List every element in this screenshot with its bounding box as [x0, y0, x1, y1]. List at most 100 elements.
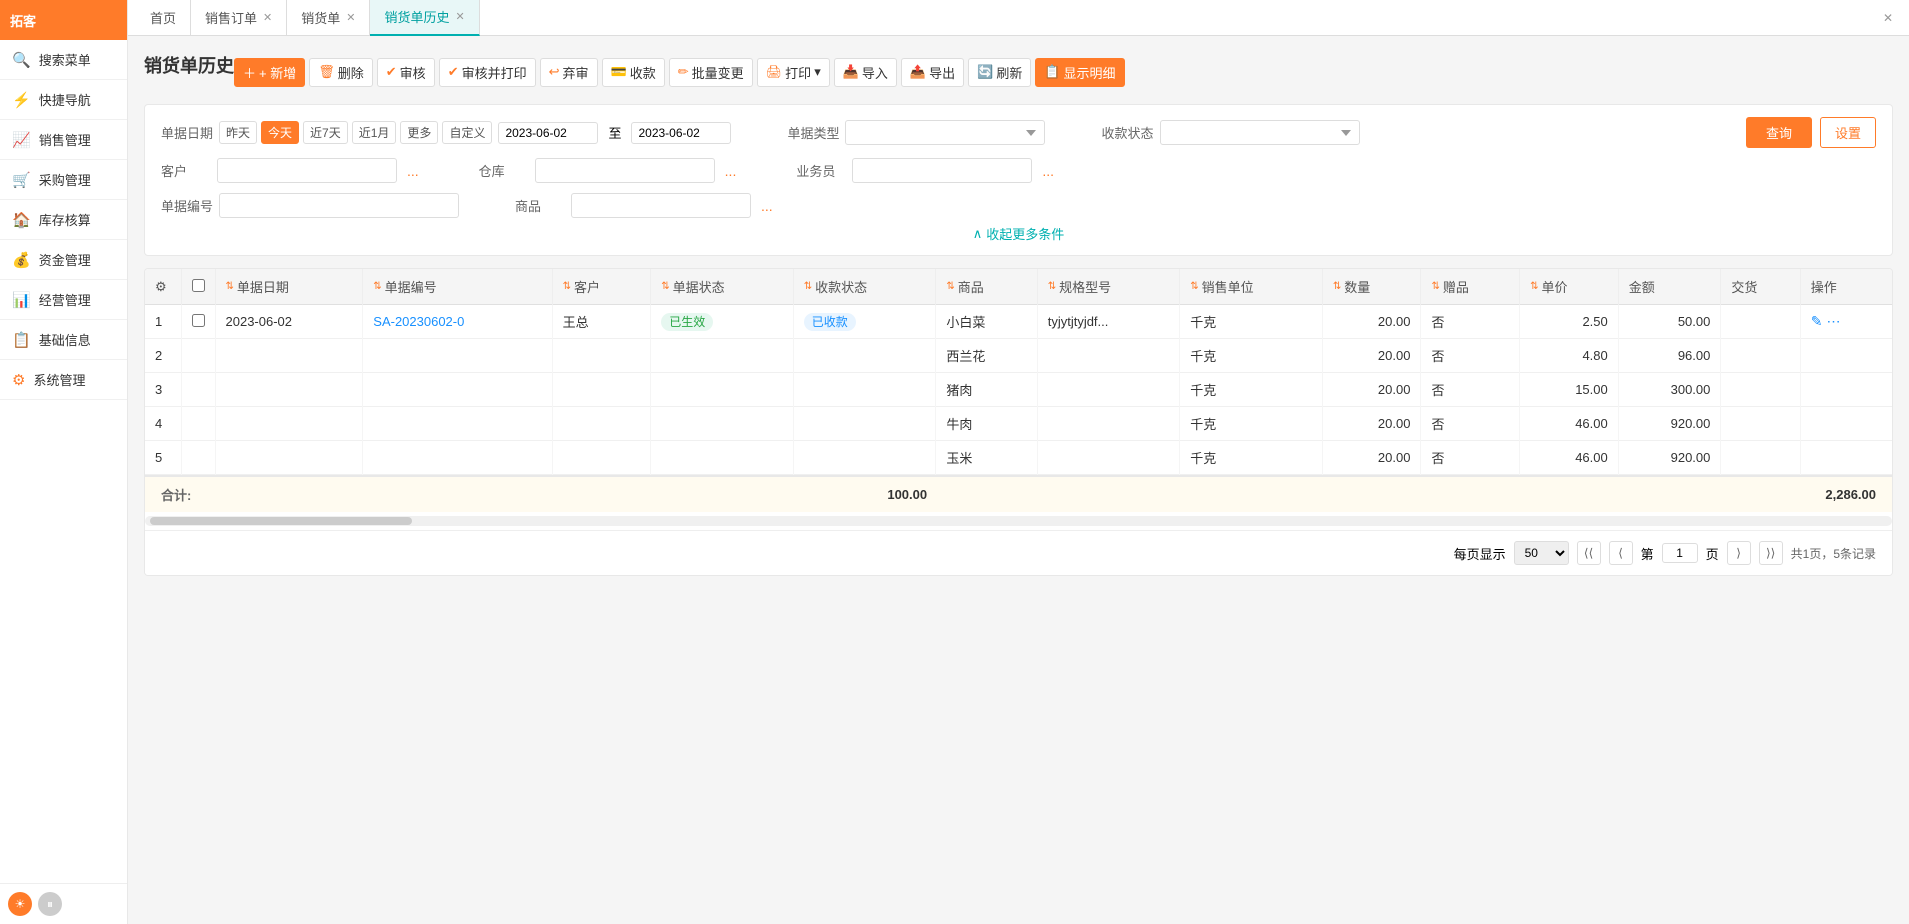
sidebar-item-basic-info[interactable]: 📋 基础信息	[0, 320, 127, 360]
tab-close-all[interactable]: ✕	[1875, 11, 1901, 25]
discard-button[interactable]: ↩ 弃审	[540, 58, 598, 87]
price-sort[interactable]: ⇅ 单价	[1530, 277, 1608, 296]
warehouse-ellipsis[interactable]: ...	[721, 163, 741, 179]
more-action-icon[interactable]: ⋯	[1827, 313, 1841, 329]
tab-sales-history-close[interactable]: ✕	[456, 10, 465, 23]
goods-ellipsis[interactable]: ...	[757, 198, 777, 214]
tab-sales-delivery[interactable]: 销货单 ✕	[287, 0, 370, 36]
sidebar-bottom-btn1[interactable]: ☀	[8, 892, 32, 916]
table-container: ⚙ ⇅ 单据日期 ⇅	[144, 268, 1893, 576]
col-gift[interactable]: ⇅ 赠品	[1421, 269, 1520, 305]
collect-status-select[interactable]	[1160, 120, 1360, 145]
batch-change-button[interactable]: ✏ 批量变更	[669, 58, 753, 87]
col-collect-status[interactable]: ⇅ 收款状态	[793, 269, 936, 305]
col-goods[interactable]: ⇅ 商品	[936, 269, 1037, 305]
order-no-input[interactable]	[219, 193, 459, 218]
goods-input[interactable]	[571, 193, 751, 218]
col-customer[interactable]: ⇅ 客户	[552, 269, 651, 305]
show-details-button[interactable]: 📋 显示明细	[1035, 58, 1124, 87]
col-price[interactable]: ⇅ 单价	[1520, 269, 1619, 305]
date-to-input[interactable]	[631, 122, 731, 144]
type-select[interactable]	[845, 120, 1045, 145]
cell-checkbox[interactable]	[181, 407, 215, 441]
date-btn-7days[interactable]: 近7天	[303, 121, 348, 144]
prev-page-btn[interactable]: ⟨	[1609, 541, 1633, 565]
delete-button[interactable]: 🗑 删除	[309, 58, 373, 87]
import-button[interactable]: 📥 导入	[834, 58, 897, 87]
query-button[interactable]: 查询	[1746, 117, 1812, 148]
date-btn-custom[interactable]: 自定义	[442, 121, 492, 144]
date-btn-1month[interactable]: 近1月	[352, 121, 397, 144]
col-checkbox[interactable]	[181, 269, 215, 305]
col-action-label: 操作	[1811, 280, 1837, 295]
gift-sort[interactable]: ⇅ 赠品	[1431, 277, 1509, 296]
per-page-select[interactable]: 10 20 50 100	[1514, 541, 1569, 565]
col-unit[interactable]: ⇅ 销售单位	[1180, 269, 1323, 305]
new-button[interactable]: ＋ + 新增	[234, 58, 305, 87]
date-btn-yesterday[interactable]: 昨天	[219, 121, 257, 144]
settings-button[interactable]: 设置	[1820, 117, 1876, 148]
sidebar-item-inventory[interactable]: 🏠 库存核算	[0, 200, 127, 240]
order-no-sort[interactable]: ⇅ 单据编号	[373, 277, 541, 296]
staff-label: 业务员	[796, 161, 846, 180]
spec-sort[interactable]: ⇅ 规格型号	[1048, 277, 1170, 296]
col-date[interactable]: ⇅ 单据日期	[215, 269, 363, 305]
cell-checkbox[interactable]	[181, 441, 215, 475]
scrollbar-thumb[interactable]	[150, 517, 412, 525]
customer-sort[interactable]: ⇅ 客户	[563, 277, 641, 296]
staff-ellipsis[interactable]: ...	[1038, 163, 1058, 179]
sidebar-item-system[interactable]: ⚙ 系统管理	[0, 360, 127, 400]
cell-checkbox[interactable]	[181, 373, 215, 407]
last-page-btn[interactable]: ⟩⟩	[1759, 541, 1783, 565]
tab-home[interactable]: 首页	[136, 0, 191, 36]
collapse-button[interactable]: ∧ 收起更多条件	[161, 224, 1876, 243]
unit-sort[interactable]: ⇅ 销售单位	[1190, 277, 1312, 296]
sidebar-item-purchase-mgmt[interactable]: 🛒 采购管理	[0, 160, 127, 200]
collect-button[interactable]: 💳 收款	[602, 58, 665, 87]
order-status-sort[interactable]: ⇅ 单据状态	[661, 277, 783, 296]
sidebar-item-quick-nav[interactable]: ⚡ 快捷导航	[0, 80, 127, 120]
date-btn-today[interactable]: 今天	[261, 121, 299, 144]
approve-button[interactable]: ✔ 审核	[377, 58, 435, 87]
cell-checkbox[interactable]	[181, 339, 215, 373]
refresh-button[interactable]: 🔄 刷新	[968, 58, 1031, 87]
col-order-status[interactable]: ⇅ 单据状态	[651, 269, 794, 305]
horizontal-scrollbar[interactable]	[145, 516, 1892, 526]
tab-sales-history[interactable]: 销货单历史 ✕	[370, 0, 479, 36]
tab-sales-delivery-close[interactable]: ✕	[346, 11, 355, 24]
col-spec[interactable]: ⇅ 规格型号	[1037, 269, 1180, 305]
col-order-no[interactable]: ⇅ 单据编号	[363, 269, 552, 305]
select-all-checkbox[interactable]	[192, 279, 205, 292]
sidebar-search[interactable]: 🔍 搜索菜单	[0, 40, 127, 80]
qty-sort[interactable]: ⇅ 数量	[1333, 277, 1411, 296]
date-btn-more[interactable]: 更多	[400, 121, 438, 144]
sidebar-bottom-btn2[interactable]: ⏸	[38, 892, 62, 916]
collect-status-sort[interactable]: ⇅ 收款状态	[804, 277, 926, 296]
warehouse-input[interactable]	[535, 158, 715, 183]
date-sort[interactable]: ⇅ 单据日期	[226, 277, 353, 296]
cell-checkbox[interactable]	[181, 305, 215, 339]
order-no-link[interactable]: SA-20230602-0	[373, 314, 464, 329]
col-settings[interactable]: ⚙	[145, 269, 181, 305]
edit-action-icon[interactable]: ✎	[1811, 313, 1823, 329]
sidebar-item-operations[interactable]: 📊 经营管理	[0, 280, 127, 320]
sidebar-item-sales-mgmt[interactable]: 📈 销售管理	[0, 120, 127, 160]
export-button[interactable]: 📤 导出	[901, 58, 964, 87]
col-qty[interactable]: ⇅ 数量	[1322, 269, 1421, 305]
row-checkbox[interactable]	[192, 314, 205, 327]
tab-sales-order-close[interactable]: ✕	[263, 11, 272, 24]
settings-icon[interactable]: ⚙	[155, 279, 167, 294]
print-button[interactable]: 🖨 打印 ▾	[757, 58, 830, 87]
sidebar-item-finance[interactable]: 💰 资金管理	[0, 240, 127, 280]
staff-input[interactable]	[852, 158, 1032, 183]
page-number-input[interactable]	[1662, 543, 1698, 563]
customer-input[interactable]	[217, 158, 397, 183]
cell-order-status	[651, 407, 794, 441]
approve-print-button[interactable]: ✔ 审核并打印	[439, 58, 536, 87]
first-page-btn[interactable]: ⟨⟨	[1577, 541, 1601, 565]
tab-sales-order[interactable]: 销售订单 ✕	[191, 0, 287, 36]
customer-ellipsis[interactable]: ...	[403, 163, 423, 179]
next-page-btn[interactable]: ⟩	[1727, 541, 1751, 565]
date-from-input[interactable]	[498, 122, 598, 144]
goods-sort[interactable]: ⇅ 商品	[946, 277, 1026, 296]
